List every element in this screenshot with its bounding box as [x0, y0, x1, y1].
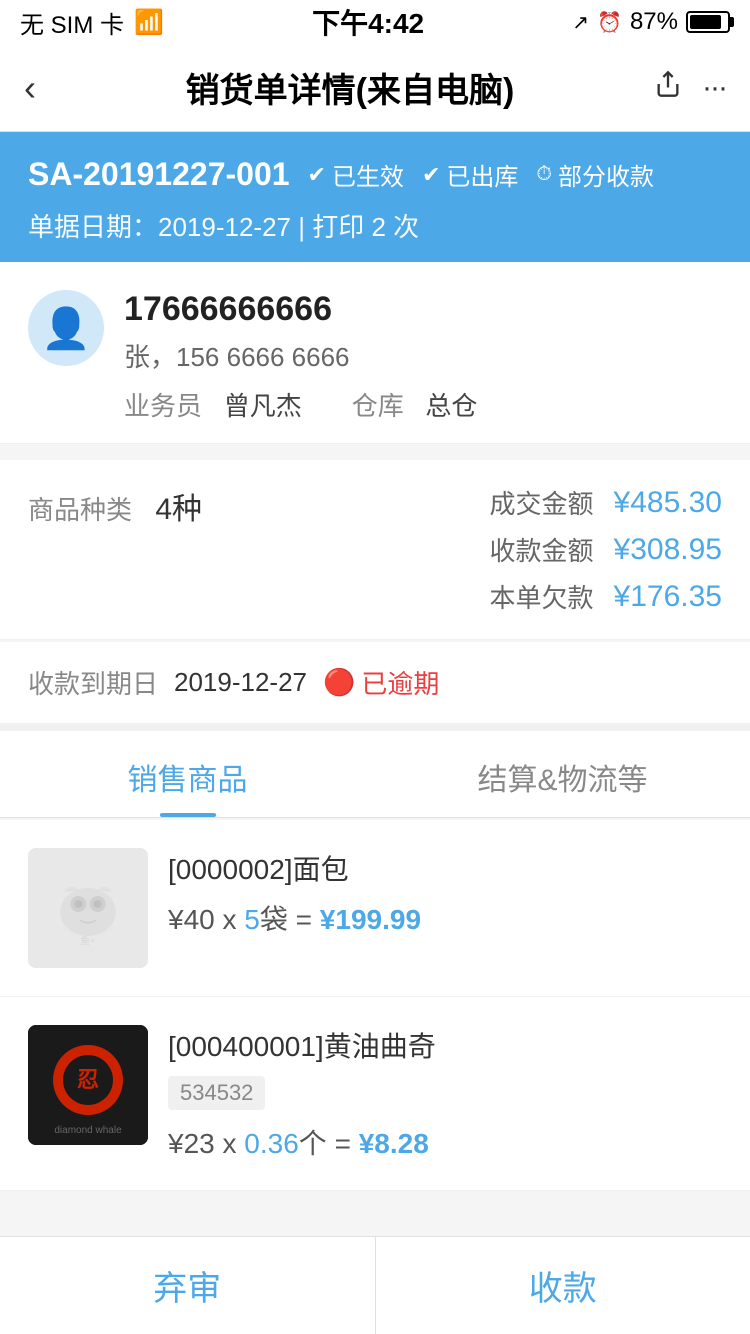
amount-row-1: 成交金额 ¥485.30	[490, 484, 722, 521]
warehouse-value: 总仓	[425, 391, 477, 421]
battery-percent: 87%	[630, 8, 678, 36]
product-info-2: [000400001]黄油曲奇 534532 ¥23 x 0.36个 = ¥8.…	[168, 1025, 722, 1162]
customer-name-phone: 张，156 6666 6666	[124, 337, 722, 374]
amount-label-3: 本单欠款	[490, 578, 594, 615]
confirm-button[interactable]: 收款	[376, 1237, 750, 1334]
status-time: 下午4:42	[312, 2, 424, 42]
print-count: 打印 2 次	[312, 212, 419, 242]
product-info-1: [0000002]面包 ¥40 x 5袋 = ¥199.99	[168, 848, 722, 938]
amount-label-2: 收款金额	[490, 531, 594, 568]
due-label: 收款到期日	[28, 664, 158, 701]
qty-1: 5	[244, 904, 260, 935]
item-types-value: 4种	[155, 493, 202, 526]
sales-person-value: 曾凡杰	[224, 391, 302, 421]
product-code-1: [0000002]	[168, 854, 293, 885]
status1-text: 已生效	[332, 157, 404, 192]
status-badge-2: ✔ 已出库	[422, 157, 518, 192]
header-banner: SA-20191227-001 ✔ 已生效 ✔ 已出库 ⏱ 部分收款 单据日期：…	[0, 132, 750, 262]
product-batch-2: 534532	[168, 1076, 265, 1110]
list-item: 忍 diamond whale [000400001]黄油曲奇 534532 ¥…	[0, 997, 750, 1191]
amount-value-3: ¥176.35	[614, 580, 722, 614]
overdue-icon: 🔴	[323, 667, 355, 698]
product-thumbnail-1: 鱼+	[28, 848, 148, 968]
battery-bar	[686, 11, 730, 33]
nav-actions: ···	[654, 70, 726, 106]
product-placeholder-icon: 鱼+	[48, 868, 128, 948]
order-date: 单据日期：2019-12-27	[28, 212, 291, 242]
item-types-label: 商品种类	[28, 495, 132, 525]
sales-person-label: 业务员	[124, 391, 202, 421]
order-date-line: 单据日期：2019-12-27 | 打印 2 次	[28, 207, 722, 244]
total-2: ¥8.28	[359, 1128, 429, 1159]
svg-text:鱼+: 鱼+	[80, 935, 96, 947]
summary-row: 商品种类 4种 成交金额 ¥485.30 收款金额 ¥308.95 本单欠款 ¥…	[28, 484, 722, 615]
status-bar: 无 SIM 卡 📶 下午4:42 ↗ ⏰ 87%	[0, 0, 750, 44]
products-list: 鱼+ [0000002]面包 ¥40 x 5袋 = ¥199.99	[0, 820, 750, 1191]
page-title: 销货单详情(来自电脑)	[46, 63, 654, 112]
status-left: 无 SIM 卡 📶	[20, 5, 164, 40]
amount-value-1: ¥485.30	[614, 486, 722, 520]
status-badge-1: ✔ 已生效	[308, 157, 404, 192]
avatar: 👤	[28, 290, 104, 366]
product-thumbnail-2: 忍 diamond whale	[28, 1025, 148, 1145]
unit-price-2: ¥23	[168, 1128, 215, 1159]
amount-row-3: 本单欠款 ¥176.35	[490, 578, 722, 615]
summary-right: 成交金额 ¥485.30 收款金额 ¥308.95 本单欠款 ¥176.35	[490, 484, 722, 615]
list-item: 鱼+ [0000002]面包 ¥40 x 5袋 = ¥199.99	[0, 820, 750, 997]
bottom-bar: 弃审 收款	[0, 1236, 750, 1334]
total-1: ¥199.99	[320, 904, 421, 935]
customer-card: 👤 17666666666 张，156 6666 6666 业务员 曾凡杰 仓库…	[0, 262, 750, 444]
amount-row-2: 收款金额 ¥308.95	[490, 531, 722, 568]
cancel-button[interactable]: 弃审	[0, 1237, 376, 1334]
amount-value-2: ¥308.95	[614, 533, 722, 567]
amount-label-1: 成交金额	[490, 484, 594, 521]
product-name-1: [0000002]面包	[168, 848, 722, 888]
summary-left: 商品种类 4种	[28, 484, 202, 528]
avatar-icon: 👤	[41, 305, 91, 352]
status-badge-3: ⏱ 部分收款	[536, 157, 654, 192]
more-icon[interactable]: ···	[702, 71, 726, 105]
order-id: SA-20191227-001	[28, 156, 290, 193]
tab-sales-products[interactable]: 销售商品	[0, 731, 375, 817]
product-title-1: 面包	[293, 854, 349, 885]
customer-info: 17666666666 张，156 6666 6666 业务员 曾凡杰 仓库 总…	[124, 290, 722, 423]
share-icon[interactable]	[654, 70, 682, 106]
product-image-2: 忍 diamond whale	[28, 1025, 148, 1145]
alarm-icon: ⏰	[597, 10, 622, 35]
due-date-section: 收款到期日 2019-12-27 🔴 已逾期	[0, 642, 750, 731]
battery-fill	[690, 15, 721, 29]
wifi-icon: 📶	[134, 8, 164, 37]
tabs-bar: 销售商品 结算&物流等	[0, 731, 750, 818]
unit-price-1: ¥40	[168, 904, 215, 935]
status2-text: 已出库	[446, 157, 518, 192]
customer-meta: 业务员 曾凡杰 仓库 总仓	[124, 386, 722, 423]
status-right: ↗ ⏰ 87%	[572, 8, 730, 36]
warehouse-label: 仓库	[352, 391, 404, 421]
due-date-value: 2019-12-27	[174, 667, 307, 698]
customer-phone-number: 17666666666	[124, 290, 722, 329]
banner-top: SA-20191227-001 ✔ 已生效 ✔ 已出库 ⏱ 部分收款	[28, 156, 722, 193]
product-title-2: 黄油曲奇	[324, 1031, 436, 1062]
qty-2: 0.36	[244, 1128, 299, 1159]
nav-bar: ‹ 销货单详情(来自电脑) ···	[0, 44, 750, 132]
svg-text:diamond whale: diamond whale	[54, 1125, 122, 1136]
carrier-text: 无 SIM 卡	[20, 5, 124, 40]
product-price-2: ¥23 x 0.36个 = ¥8.28	[168, 1122, 722, 1162]
product-name-2: [000400001]黄油曲奇	[168, 1025, 722, 1065]
tab-settlement[interactable]: 结算&物流等	[375, 731, 750, 817]
overdue-text: 已逾期	[361, 664, 439, 701]
status3-text: 部分收款	[558, 157, 654, 192]
summary-section: 商品种类 4种 成交金额 ¥485.30 收款金额 ¥308.95 本单欠款 ¥…	[0, 460, 750, 640]
overdue-badge: 🔴 已逾期	[323, 664, 439, 701]
back-button[interactable]: ‹	[14, 57, 46, 119]
svg-text:忍: 忍	[77, 1067, 99, 1092]
location-icon: ↗	[572, 10, 589, 35]
product-price-1: ¥40 x 5袋 = ¥199.99	[168, 898, 722, 938]
product-code-2: [000400001]	[168, 1031, 324, 1062]
